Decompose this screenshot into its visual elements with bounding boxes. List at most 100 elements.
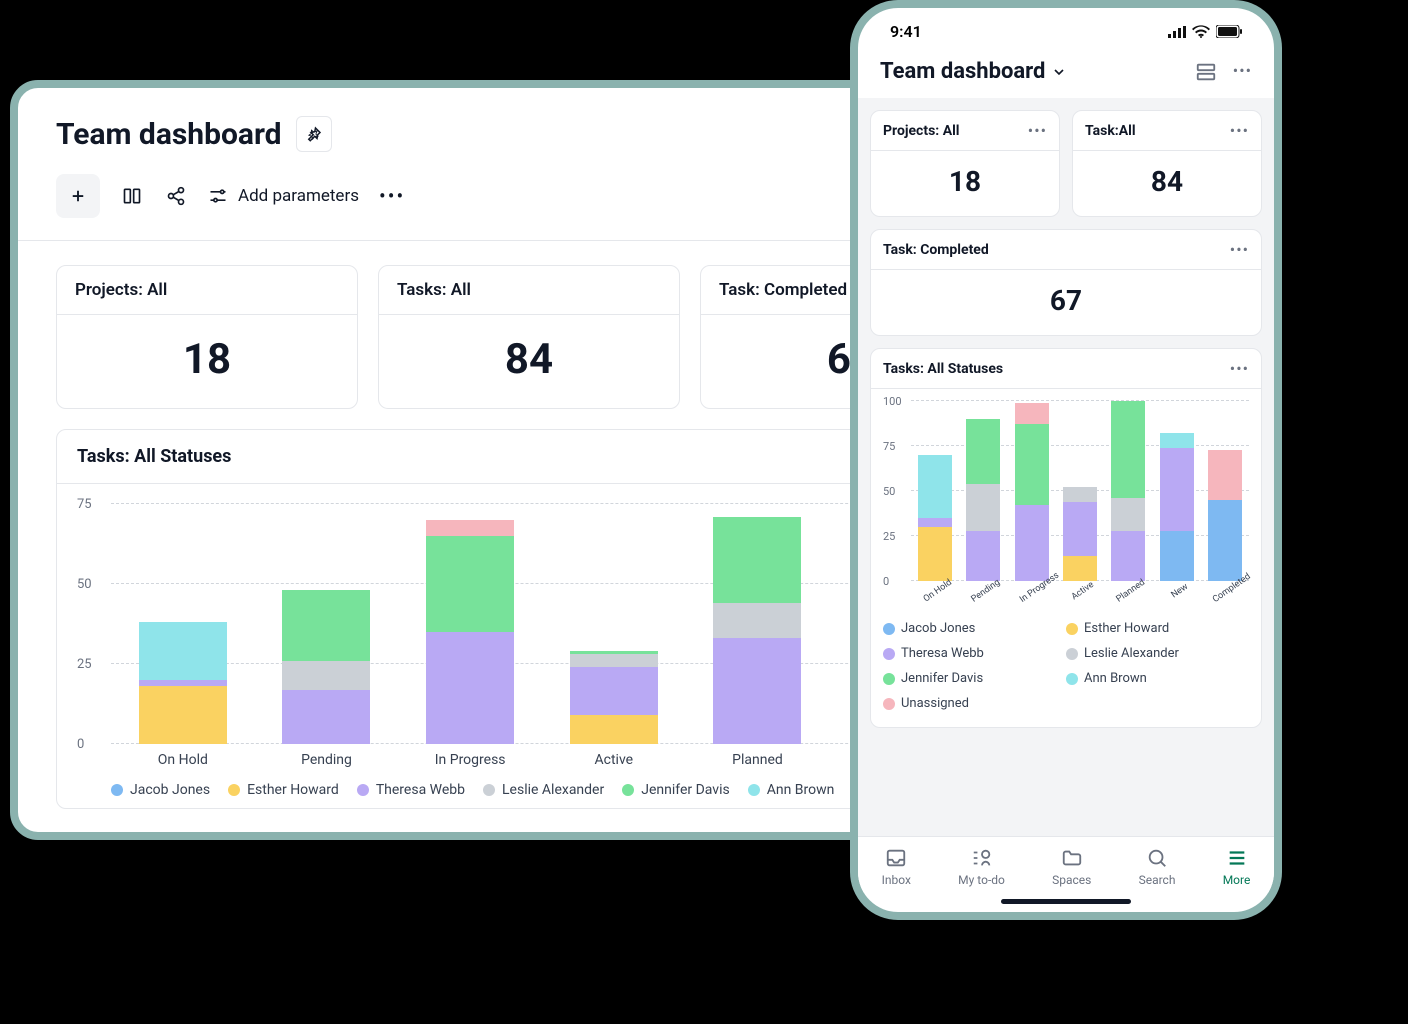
bar-column[interactable] xyxy=(1063,487,1097,581)
mobile-window: 9:41 Team dashboard ••• Projects: All ••… xyxy=(850,0,1282,920)
bar-segment xyxy=(139,622,227,680)
folder-icon xyxy=(1061,847,1083,869)
inbox-icon xyxy=(885,847,907,869)
bar-column[interactable] xyxy=(1111,401,1145,581)
more-button[interactable]: ••• xyxy=(379,184,405,208)
x-label: On Hold xyxy=(139,752,227,768)
stat-card-title: Tasks: All xyxy=(379,266,679,315)
legend-swatch xyxy=(357,784,369,796)
mobile-content: Projects: All ••• 18 Task:All ••• 84 Tas… xyxy=(858,98,1274,836)
chart-area: 7550250 xyxy=(77,504,973,744)
add-parameters-button[interactable]: Add parameters xyxy=(208,186,359,206)
nav-todo[interactable]: My to-do xyxy=(958,847,1005,887)
bar-column[interactable] xyxy=(139,622,227,744)
legend-item[interactable]: Esther Howard xyxy=(228,782,339,798)
chart-bars xyxy=(111,504,973,744)
bar-segment xyxy=(282,590,370,660)
nav-spaces[interactable]: Spaces xyxy=(1052,847,1091,887)
search-icon xyxy=(1146,847,1168,869)
mobile-stat-card-completed[interactable]: Task: Completed ••• 67 xyxy=(870,229,1262,336)
legend-item[interactable]: Jacob Jones xyxy=(111,782,210,798)
legend-item[interactable]: Jennifer Davis xyxy=(622,782,729,798)
stat-card-value: 84 xyxy=(379,315,679,408)
y-axis: 1007550250 xyxy=(883,401,902,581)
list-view-icon[interactable] xyxy=(1195,61,1217,83)
legend-item[interactable]: Jennifer Davis xyxy=(883,671,1066,686)
bar-segment xyxy=(1160,531,1194,581)
x-axis-labels: On HoldPendingIn ProgressActivePlannedNe… xyxy=(77,752,973,768)
add-parameters-label: Add parameters xyxy=(238,186,359,206)
bar-segment xyxy=(1015,505,1049,581)
bar-column[interactable] xyxy=(918,455,952,581)
legend-swatch xyxy=(1066,623,1078,635)
plus-icon xyxy=(69,187,87,205)
sliders-icon xyxy=(208,186,228,206)
page-title: Team dashboard xyxy=(56,117,282,152)
add-button[interactable] xyxy=(56,174,100,218)
home-indicator[interactable] xyxy=(1001,899,1131,904)
mobile-more-button[interactable]: ••• xyxy=(1233,61,1252,83)
bar-column[interactable] xyxy=(713,517,801,744)
share-icon xyxy=(166,186,186,206)
bar-segment xyxy=(1160,433,1194,447)
card-more-button[interactable]: ••• xyxy=(1230,359,1249,378)
share-button[interactable] xyxy=(164,184,188,208)
stat-card-tasks[interactable]: Tasks: All 84 xyxy=(378,265,680,409)
legend-label: Jennifer Davis xyxy=(641,782,729,798)
bar-segment xyxy=(918,518,952,527)
stat-card-value: 18 xyxy=(57,315,357,408)
x-label: Planned xyxy=(713,752,801,768)
mobile-stat-card-projects[interactable]: Projects: All ••• 18 xyxy=(870,110,1060,217)
legend-item[interactable]: Theresa Webb xyxy=(883,646,1066,661)
stat-card-projects[interactable]: Projects: All 18 xyxy=(56,265,358,409)
bar-segment xyxy=(966,419,1000,484)
legend-label: Theresa Webb xyxy=(376,782,465,798)
bar-segment xyxy=(570,667,658,715)
nav-more[interactable]: More xyxy=(1223,847,1251,887)
bar-column[interactable] xyxy=(570,651,658,744)
legend-label: Leslie Alexander xyxy=(1084,646,1179,661)
bar-column[interactable] xyxy=(282,590,370,744)
bar-segment xyxy=(918,455,952,518)
legend-item[interactable]: Ann Brown xyxy=(1066,671,1249,686)
mobile-title-dropdown[interactable]: Team dashboard xyxy=(880,59,1067,84)
legend-item[interactable]: Jacob Jones xyxy=(883,621,1066,636)
legend-swatch xyxy=(883,698,895,710)
legend-label: Leslie Alexander xyxy=(502,782,604,798)
bar-column[interactable] xyxy=(1015,403,1049,581)
layout-button[interactable] xyxy=(120,184,144,208)
mobile-chart-area: 1007550250 xyxy=(883,401,1249,581)
bar-column[interactable] xyxy=(1160,433,1194,581)
legend-item[interactable]: Unassigned xyxy=(883,696,1066,711)
legend-swatch xyxy=(1066,673,1078,685)
legend-swatch xyxy=(1066,648,1078,660)
columns-icon xyxy=(122,186,142,206)
nav-label: Search xyxy=(1139,873,1176,887)
legend-item[interactable]: Esther Howard xyxy=(1066,621,1249,636)
legend-label: Ann Brown xyxy=(767,782,835,798)
legend-item[interactable]: Ann Brown xyxy=(748,782,835,798)
nav-inbox[interactable]: Inbox xyxy=(882,847,911,887)
mobile-card-value: 67 xyxy=(871,270,1261,335)
card-more-button[interactable]: ••• xyxy=(1230,121,1249,140)
bar-segment xyxy=(1015,424,1049,505)
bar-column[interactable] xyxy=(1208,450,1242,581)
card-more-button[interactable]: ••• xyxy=(1230,240,1249,259)
bar-column[interactable] xyxy=(966,419,1000,581)
legend-swatch xyxy=(883,648,895,660)
mobile-title-text: Team dashboard xyxy=(880,59,1045,84)
bar-segment xyxy=(570,715,658,744)
mobile-card-title: Projects: All xyxy=(883,123,960,139)
x-axis-labels: On HoldPendingIn ProgressActivePlannedNe… xyxy=(883,587,1249,597)
mobile-stat-card-tasks[interactable]: Task:All ••• 84 xyxy=(1072,110,1262,217)
legend-item[interactable]: Theresa Webb xyxy=(357,782,465,798)
nav-search[interactable]: Search xyxy=(1139,847,1176,887)
legend-item[interactable]: Leslie Alexander xyxy=(483,782,604,798)
chart-legend: Jacob JonesEsther HowardTheresa Webb Lesl… xyxy=(883,597,1249,717)
legend-item[interactable]: Leslie Alexander xyxy=(1066,646,1249,661)
battery-icon xyxy=(1216,25,1242,38)
pin-button[interactable] xyxy=(296,116,332,152)
card-more-button[interactable]: ••• xyxy=(1028,121,1047,140)
bar-column[interactable] xyxy=(426,520,514,744)
bottom-nav: Inbox My to-do Spaces Search More xyxy=(858,836,1274,893)
